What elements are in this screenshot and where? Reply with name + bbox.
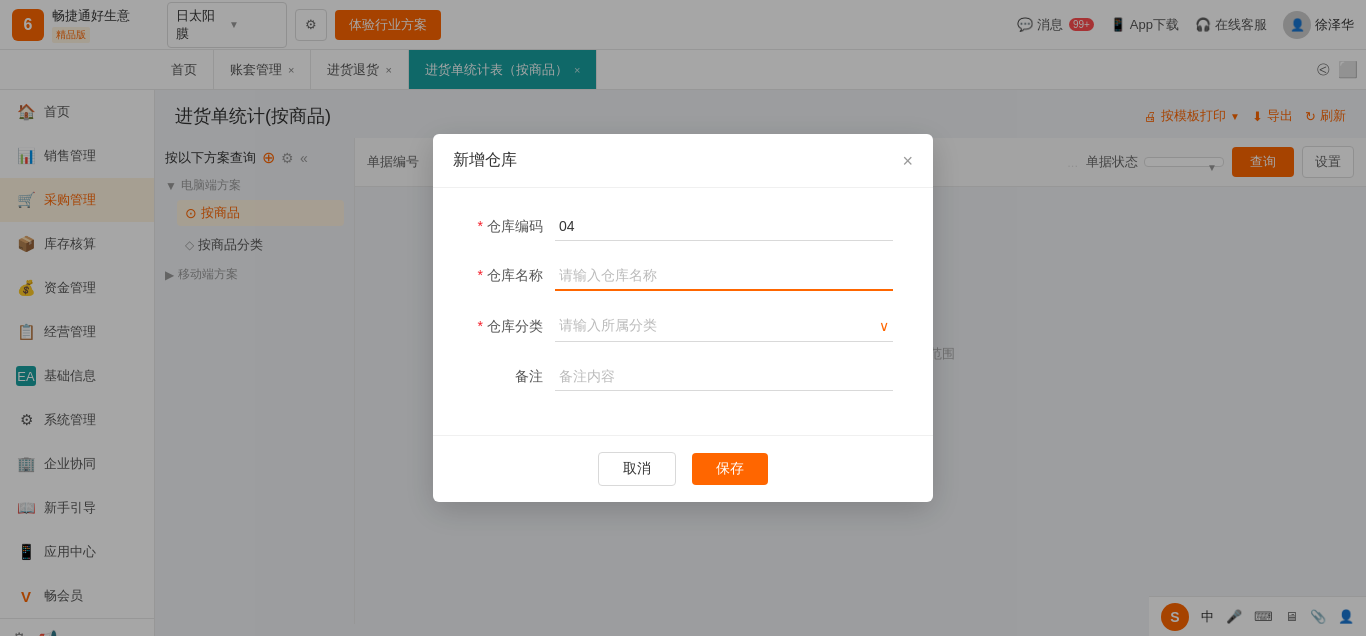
modal-overlay: 新增仓库 × *仓库编码 *仓库名称 *仓库分类 [0,0,1366,636]
category-select[interactable]: 请输入所属分类 ∨ [555,311,893,342]
category-placeholder: 请输入所属分类 [559,317,879,335]
name-label: *仓库名称 [473,267,543,285]
code-label: *仓库编码 [473,218,543,236]
name-input[interactable] [555,261,893,291]
dialog-footer: 取消 保存 [433,435,933,502]
name-required: * [478,267,483,283]
dialog-header: 新增仓库 × [433,134,933,188]
category-label: *仓库分类 [473,318,543,336]
form-row-code: *仓库编码 [473,212,893,241]
save-button[interactable]: 保存 [692,453,768,485]
code-input[interactable] [555,212,893,241]
dialog-body: *仓库编码 *仓库名称 *仓库分类 请输入所属分类 ∨ [433,188,933,435]
category-dropdown-arrow: ∨ [879,318,889,334]
note-label: 备注 [473,368,543,386]
cancel-button[interactable]: 取消 [598,452,676,486]
category-required: * [478,318,483,334]
form-row-name: *仓库名称 [473,261,893,291]
form-row-category: *仓库分类 请输入所属分类 ∨ [473,311,893,342]
add-warehouse-dialog: 新增仓库 × *仓库编码 *仓库名称 *仓库分类 [433,134,933,502]
note-input[interactable] [555,362,893,391]
dialog-title: 新增仓库 [453,150,517,171]
code-required: * [478,218,483,234]
form-row-note: 备注 [473,362,893,391]
dialog-close-icon[interactable]: × [902,152,913,170]
